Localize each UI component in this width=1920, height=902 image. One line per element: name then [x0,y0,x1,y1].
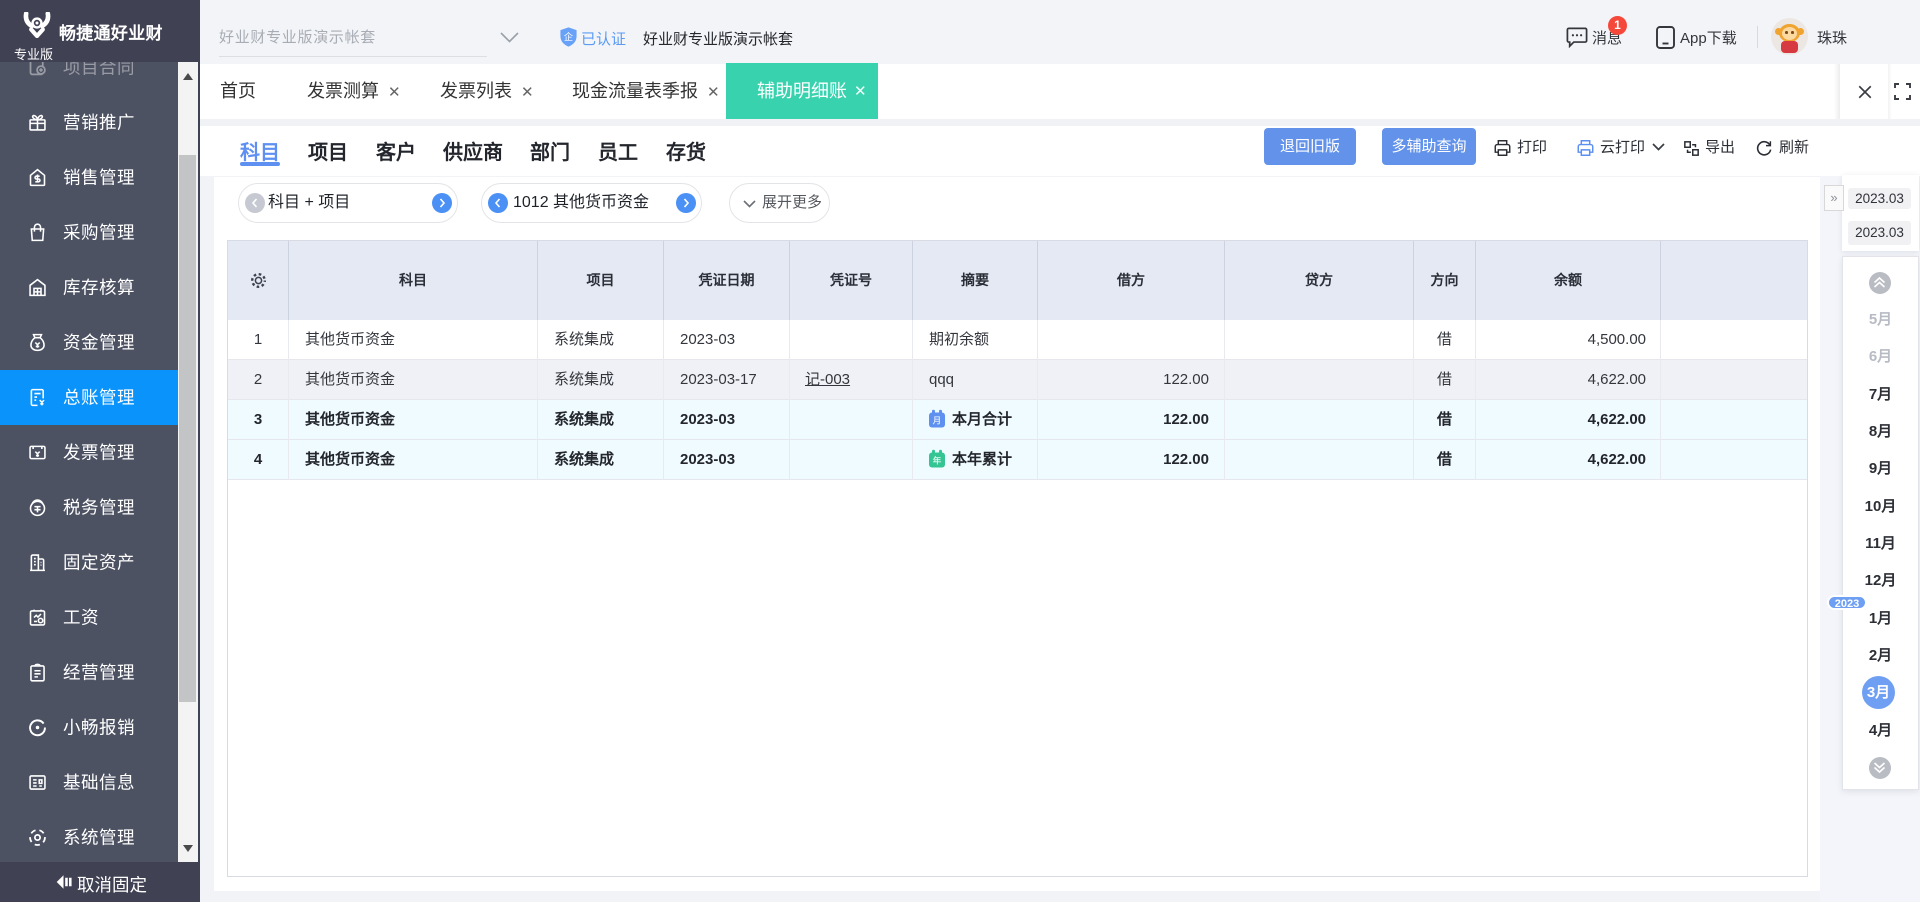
svg-text:企: 企 [564,31,573,42]
svg-text:年: 年 [933,456,942,466]
svg-text:月: 月 [932,416,942,426]
